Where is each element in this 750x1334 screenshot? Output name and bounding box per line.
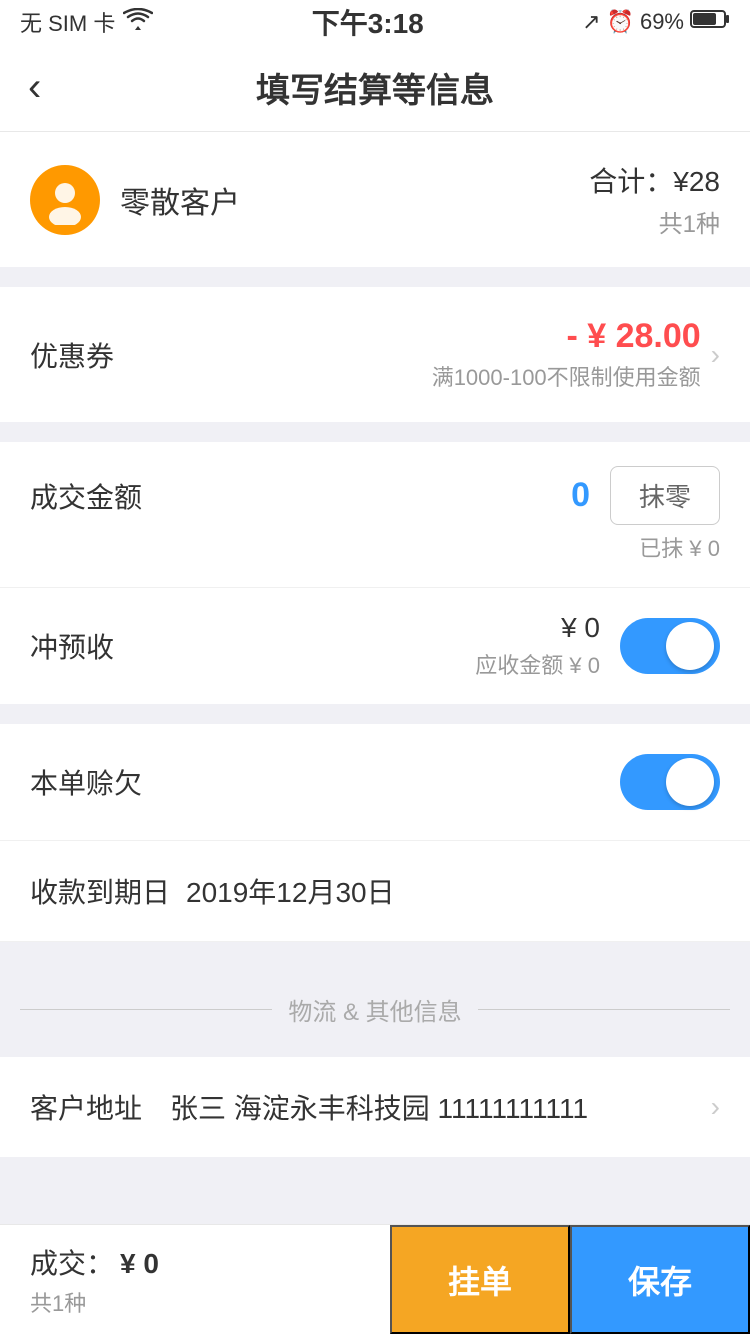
- coupon-amount: - ¥ 28.00: [566, 317, 700, 356]
- nav-bar: ‹ 填写结算等信息: [0, 44, 750, 132]
- due-date-value: 2019年12月30日: [186, 871, 395, 911]
- bottom-info: 成交： ¥ 0 共1种: [0, 1225, 390, 1334]
- logistics-text: 物流 & 其他信息: [288, 992, 461, 1027]
- debt-label: 本单赊欠: [30, 762, 142, 802]
- prepay-right: ¥ 0 应收金额 ¥ 0: [475, 612, 720, 680]
- divider-5: [0, 1047, 750, 1057]
- address-section[interactable]: 客户地址 张三 海淀永丰科技园 11111111111 ›: [0, 1057, 750, 1157]
- divider-1: [0, 267, 750, 287]
- bottom-transaction-row: 成交： ¥ 0: [30, 1242, 360, 1282]
- status-time: 下午3:18: [312, 2, 424, 42]
- bottom-count: 共1种: [30, 1286, 360, 1318]
- back-button[interactable]: ‹: [28, 65, 41, 110]
- logistics-line-left: [20, 1009, 272, 1010]
- customer-right: 合计：¥28 共1种: [589, 160, 720, 239]
- status-bar: 无 SIM 卡 下午3:18 ↗ ⏰ 69%: [0, 0, 750, 44]
- logistics-section: 物流 & 其他信息: [0, 972, 750, 1047]
- toggle-knob: [666, 622, 714, 670]
- logistics-divider-line: 物流 & 其他信息: [20, 992, 730, 1027]
- divider-2: [0, 422, 750, 442]
- prepay-row: 冲预收 ¥ 0 应收金额 ¥ 0: [0, 588, 750, 704]
- battery-icon: [690, 8, 730, 37]
- sim-label: 无 SIM 卡: [20, 6, 115, 38]
- customer-left: 零散客户: [30, 165, 240, 235]
- prepay-toggle[interactable]: [620, 618, 720, 674]
- divider-4: [0, 942, 750, 972]
- prepay-sub: 应收金额 ¥ 0: [475, 648, 600, 680]
- debt-toggle-knob: [666, 758, 714, 806]
- alarm-icon: ⏰: [607, 9, 634, 35]
- transaction-right-area: 0 抹零: [571, 466, 720, 525]
- transaction-value: 0: [571, 476, 590, 515]
- coupon-right: - ¥ 28.00 满1000-100不限制使用金额 ›: [432, 317, 720, 392]
- customer-count: 共1种: [589, 204, 720, 239]
- battery-label: 69%: [640, 9, 684, 35]
- address-arrow-icon: ›: [711, 1091, 720, 1123]
- location-icon: ↗: [582, 9, 600, 35]
- status-right: ↗ ⏰ 69%: [582, 8, 730, 37]
- customer-section: 零散客户 合计：¥28 共1种: [0, 132, 750, 267]
- address-label: 客户地址: [30, 1087, 150, 1127]
- coupon-label: 优惠券: [30, 335, 170, 375]
- bottom-transaction-label: 成交：: [30, 1242, 114, 1282]
- wifi-icon: [123, 8, 153, 37]
- customer-name: 零散客户: [120, 178, 240, 222]
- debt-section: 本单赊欠: [0, 724, 750, 841]
- transaction-section: 成交金额 0 抹零 已抹 ¥ 0 冲预收 ¥ 0 应收金额 ¥ 0: [0, 442, 750, 704]
- status-left: 无 SIM 卡: [20, 6, 153, 38]
- prepay-amount: ¥ 0: [475, 612, 600, 644]
- bottom-transaction-value: ¥ 0: [120, 1248, 159, 1280]
- divider-3: [0, 704, 750, 724]
- due-date-row: 收款到期日 2019年12月30日: [0, 841, 750, 942]
- prepay-label: 冲预收: [30, 626, 114, 666]
- round-zero-button[interactable]: 抹零: [610, 466, 720, 525]
- hang-order-button[interactable]: 挂单: [390, 1225, 570, 1334]
- content: 零散客户 合计：¥28 共1种 优惠券 - ¥ 28.00 满1000-100不…: [0, 132, 750, 1277]
- save-button[interactable]: 保存: [570, 1225, 750, 1334]
- due-date-label: 收款到期日: [30, 871, 170, 911]
- transaction-label: 成交金额: [30, 476, 142, 516]
- customer-avatar: [30, 165, 100, 235]
- coupon-value-area: - ¥ 28.00 满1000-100不限制使用金额: [432, 317, 701, 392]
- coupon-section: 优惠券 - ¥ 28.00 满1000-100不限制使用金额 ›: [0, 287, 750, 422]
- coupon-arrow-icon: ›: [711, 339, 720, 371]
- bottom-bar: 成交： ¥ 0 共1种 挂单 保存: [0, 1224, 750, 1334]
- nav-title: 填写结算等信息: [256, 63, 494, 112]
- transaction-top: 成交金额 0 抹零: [30, 466, 720, 525]
- customer-total: 合计：¥28: [589, 160, 720, 200]
- coupon-desc: 满1000-100不限制使用金额: [432, 360, 701, 392]
- transaction-sub: 已抹 ¥ 0: [30, 531, 720, 563]
- coupon-row[interactable]: 优惠券 - ¥ 28.00 满1000-100不限制使用金额 ›: [0, 287, 750, 422]
- logistics-line-right: [478, 1009, 730, 1010]
- debt-toggle[interactable]: [620, 754, 720, 810]
- prepay-values: ¥ 0 应收金额 ¥ 0: [475, 612, 600, 680]
- transaction-row: 成交金额 0 抹零 已抹 ¥ 0: [0, 442, 750, 588]
- address-value: 张三 海淀永丰科技园 11111111111: [170, 1087, 711, 1127]
